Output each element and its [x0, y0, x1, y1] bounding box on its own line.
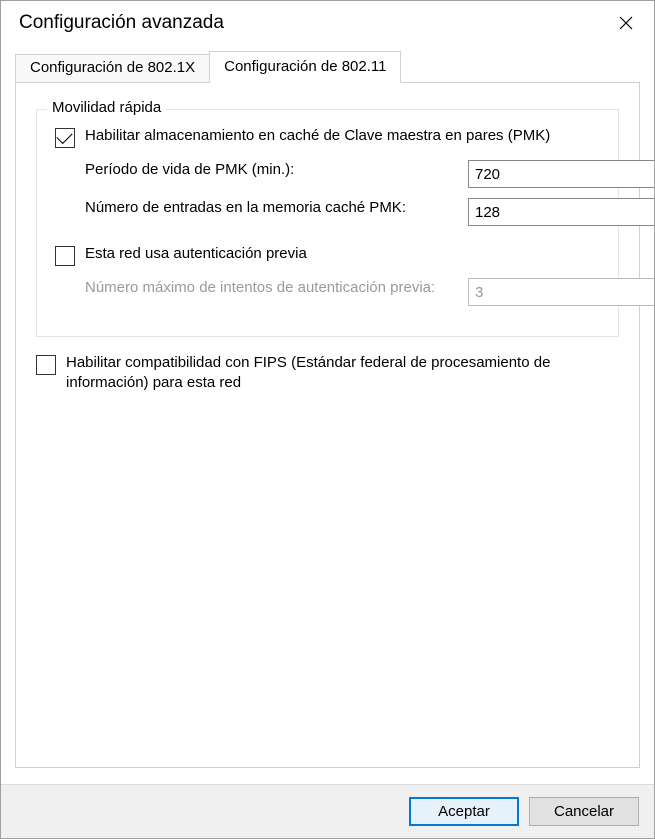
fips-row: Habilitar compatibilidad con FIPS (Están…: [36, 353, 619, 394]
close-icon[interactable]: [614, 11, 638, 35]
pmk-entries-input[interactable]: [468, 198, 654, 226]
pmk-enable-checkbox[interactable]: [55, 128, 75, 148]
ok-button[interactable]: Aceptar: [409, 797, 519, 826]
preauth-checkbox[interactable]: [55, 246, 75, 266]
tab-8021x[interactable]: Configuración de 802.1X: [15, 54, 210, 83]
pmk-entries-label: Número de entradas en la memoria caché P…: [85, 198, 468, 218]
roaming-group: Movilidad rápida Habilitar almacenamient…: [36, 109, 619, 337]
pmk-enable-row: Habilitar almacenamiento en caché de Cla…: [55, 126, 600, 148]
preauth-max-input: [468, 278, 654, 306]
pmk-lifetime-input[interactable]: [468, 160, 654, 188]
pmk-lifetime-label: Período de vida de PMK (min.):: [85, 160, 468, 180]
content-area: Configuración de 802.1X Configuración de…: [1, 47, 654, 784]
preauth-settings: Número máximo de intentos de autenticaci…: [85, 278, 600, 306]
preauth-max-spinner: ▲ ▼: [468, 278, 600, 306]
tab-80211[interactable]: Configuración de 802.11: [209, 51, 401, 83]
pmk-entries-row: Número de entradas en la memoria caché P…: [85, 198, 600, 226]
cancel-button[interactable]: Cancelar: [529, 797, 639, 826]
pmk-entries-spinner: ▲ ▼: [468, 198, 600, 226]
title-bar: Configuración avanzada: [1, 1, 654, 47]
fips-checkbox[interactable]: [36, 355, 56, 375]
preauth-row: Esta red usa autenticación previa: [55, 244, 600, 266]
fips-label: Habilitar compatibilidad con FIPS (Están…: [66, 353, 619, 394]
pmk-lifetime-row: Período de vida de PMK (min.): ▲ ▼: [85, 160, 600, 188]
roaming-group-label: Movilidad rápida: [47, 99, 166, 116]
pmk-enable-label: Habilitar almacenamiento en caché de Cla…: [85, 126, 550, 146]
preauth-max-row: Número máximo de intentos de autenticaci…: [85, 278, 600, 306]
footer: Aceptar Cancelar: [1, 784, 654, 838]
pmk-settings: Período de vida de PMK (min.): ▲ ▼ Númer…: [85, 160, 600, 226]
dialog-title: Configuración avanzada: [19, 12, 224, 34]
tabs: Configuración de 802.1X Configuración de…: [15, 51, 640, 83]
tab-panel-80211: Movilidad rápida Habilitar almacenamient…: [15, 82, 640, 768]
preauth-label: Esta red usa autenticación previa: [85, 244, 307, 264]
preauth-max-label: Número máximo de intentos de autenticaci…: [85, 278, 468, 298]
pmk-lifetime-spinner: ▲ ▼: [468, 160, 600, 188]
